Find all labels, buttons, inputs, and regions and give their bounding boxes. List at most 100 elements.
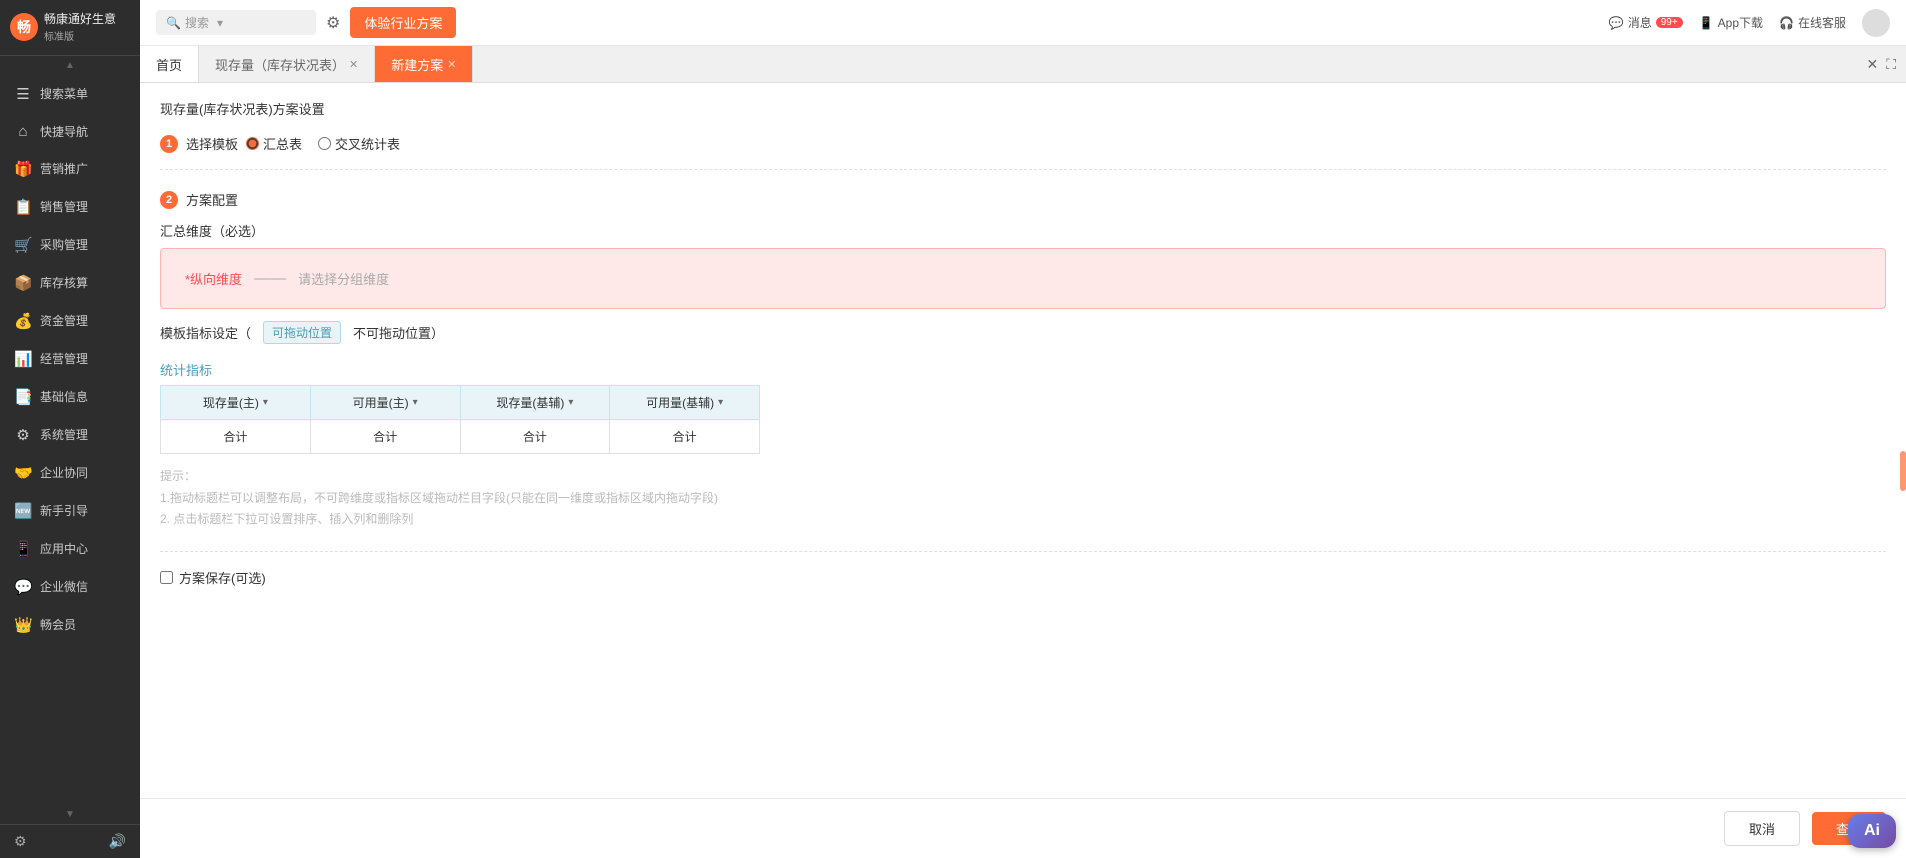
tab-close-panel-btn[interactable]: ✕ [1866, 56, 1878, 73]
template-settings-label: 模板指标设定（ [160, 323, 251, 342]
tab-new-plan[interactable]: 新建方案 ✕ [375, 46, 473, 82]
ai-float-button[interactable]: Ai [1848, 814, 1896, 848]
section2-title: 方案配置 [186, 190, 238, 209]
col2-chevron-icon[interactable]: ▾ [413, 397, 418, 408]
basic-info-icon: 📑 [14, 388, 32, 406]
message-icon: 💬 [1609, 16, 1624, 30]
tab-new-plan-label: 新建方案 [391, 55, 443, 74]
page-title: 现存量(库存状况表)方案设置 [160, 99, 1886, 118]
tip1: 1.拖动标题栏可以调整布局，不可跨维度或指标区域拖动栏目字段(只能在同一维度或指… [160, 488, 1886, 510]
tab-new-plan-close-icon[interactable]: ✕ [447, 58, 456, 71]
newbie-icon: 🆕 [14, 502, 32, 520]
tag-draggable: 可拖动位置 [263, 321, 341, 344]
dimension-required: *纵向维度 [185, 269, 242, 288]
radio-summary-input[interactable] [246, 137, 259, 150]
radio-summary[interactable]: 汇总表 [246, 134, 302, 153]
sidebar-item-marketing[interactable]: 🎁 营销推广 [0, 150, 140, 188]
sidebar-item-system[interactable]: ⚙ 系统管理 [0, 416, 140, 454]
radio-cross[interactable]: 交叉统计表 [318, 134, 400, 153]
tab-expand-btn[interactable]: ⛶ [1886, 56, 1896, 73]
app-version: 标准版 [44, 28, 116, 43]
section-plan-config: 2 方案配置 汇总维度（必选） *纵向维度 —— 请选择分组维度 模板指标设定（… [160, 190, 1886, 531]
dimension-label: 汇总维度（必选） [160, 221, 1886, 240]
cancel-button[interactable]: 取消 [1724, 811, 1800, 846]
not-draggable-label: 不可拖动位置） [353, 323, 444, 342]
save-checkbox[interactable] [160, 571, 173, 584]
sidebar-item-wechat[interactable]: 💬 企业微信 [0, 568, 140, 606]
sidebar-item-app-center[interactable]: 📱 应用中心 [0, 530, 140, 568]
resize-handle[interactable] [1900, 451, 1906, 491]
sidebar-item-inventory[interactable]: 📦 库存核算 [0, 264, 140, 302]
tips-label: 提示： [160, 469, 196, 483]
radio-cross-input[interactable] [318, 137, 331, 150]
message-badge: 99+ [1656, 17, 1683, 28]
sidebar-item-quick-nav[interactable]: ⌂ 快捷导航 [0, 113, 140, 150]
sidebar-item-basic-info[interactable]: 📑 基础信息 [0, 378, 140, 416]
online-service-btn[interactable]: 🎧 在线客服 [1779, 14, 1846, 31]
sidebar-label-marketing: 营销推广 [40, 160, 88, 177]
col3-chevron-icon[interactable]: ▾ [568, 397, 573, 408]
sidebar-label-app-center: 应用中心 [40, 540, 88, 557]
headset-icon: 🎧 [1779, 16, 1794, 30]
message-label: 消息 [1628, 14, 1652, 31]
sidebar-item-finance[interactable]: 💰 资金管理 [0, 302, 140, 340]
sidebar-item-member[interactable]: 👑 畅会员 [0, 606, 140, 644]
industry-btn[interactable]: 体验行业方案 [350, 7, 456, 38]
tab-inventory-status[interactable]: 现存量（库存状况表） ✕ [199, 46, 375, 82]
chevron-down-icon: ▾ [217, 16, 223, 30]
sales-icon: 📋 [14, 198, 32, 216]
save-option: 方案保存(可选) [160, 568, 1886, 587]
header-actions: 💬 消息 99+ 📱 App下载 🎧 在线客服 [1609, 9, 1890, 37]
app-name: 畅康通好生意 [44, 12, 116, 28]
sidebar-item-management[interactable]: 📊 经营管理 [0, 340, 140, 378]
message-btn[interactable]: 💬 消息 99+ [1609, 14, 1683, 31]
sidebar-label-basic-info: 基础信息 [40, 388, 88, 405]
speaker-icon[interactable]: 🔊 [109, 833, 126, 850]
col4-chevron-icon[interactable]: ▾ [718, 397, 723, 408]
stats-header: 统计指标 [160, 360, 1886, 379]
sidebar-label-finance: 资金管理 [40, 312, 88, 329]
tips-box: 提示： 1.拖动标题栏可以调整布局，不可跨维度或指标区域拖动栏目字段(只能在同一… [160, 466, 1886, 531]
col1-summary: 合计 [161, 420, 311, 454]
col-header-4[interactable]: 可用量(基辅) ▾ [610, 386, 760, 420]
sidebar-item-purchase[interactable]: 🛒 采购管理 [0, 226, 140, 264]
system-icon: ⚙ [14, 426, 32, 444]
app-logo-icon: 畅 [10, 13, 38, 41]
col-header-2[interactable]: 可用量(主) ▾ [310, 386, 460, 420]
col2-label: 可用量(主) [353, 394, 409, 411]
app-center-icon: 📱 [14, 540, 32, 558]
content-area: 现存量(库存状况表)方案设置 1 选择模板 汇总表 交叉统计表 [140, 83, 1906, 798]
search-menu-icon: ☰ [14, 85, 32, 103]
finance-icon: 💰 [14, 312, 32, 330]
settings-icon[interactable]: ⚙ [14, 833, 27, 850]
tip2: 2. 点击标题栏下拉可设置排序、插入列和删除列 [160, 509, 1886, 531]
bottom-bar: 取消 查询 [140, 798, 1906, 858]
search-menu-bar[interactable]: 🔍 搜索 ▾ [156, 10, 316, 35]
section2-header: 2 方案配置 [160, 190, 1886, 209]
col4-summary: 合计 [610, 420, 760, 454]
section1-divider [160, 169, 1886, 170]
dimension-box[interactable]: *纵向维度 —— 请选择分组维度 [160, 248, 1886, 309]
sidebar-nav: ☰ 搜索菜单 ⌂ 快捷导航 🎁 营销推广 📋 销售管理 🛒 采购管理 📦 库存核… [0, 75, 140, 805]
gear-button[interactable]: ⚙ [326, 13, 340, 33]
tab-inventory-close-icon[interactable]: ✕ [349, 58, 358, 71]
sidebar-item-sales[interactable]: 📋 销售管理 [0, 188, 140, 226]
sidebar-scroll-down[interactable]: ▼ [0, 805, 140, 824]
sidebar-label-system: 系统管理 [40, 426, 88, 443]
col-header-1[interactable]: 现存量(主) ▾ [161, 386, 311, 420]
sidebar-item-enterprise[interactable]: 🤝 企业协同 [0, 454, 140, 492]
app-download-btn[interactable]: 📱 App下载 [1699, 14, 1763, 31]
col-header-3[interactable]: 现存量(基辅) ▾ [460, 386, 610, 420]
sidebar-item-search-menu[interactable]: ☰ 搜索菜单 [0, 75, 140, 113]
avatar[interactable] [1862, 9, 1890, 37]
col3-label: 现存量(基辅) [496, 394, 564, 411]
tab-home[interactable]: 首页 [140, 46, 199, 82]
sidebar-label-newbie: 新手引导 [40, 502, 88, 519]
radio-summary-label: 汇总表 [263, 134, 302, 153]
sidebar-label-quick-nav: 快捷导航 [40, 123, 88, 140]
sidebar-item-newbie[interactable]: 🆕 新手引导 [0, 492, 140, 530]
sidebar-scroll-up[interactable]: ▲ [0, 56, 140, 75]
col1-chevron-icon[interactable]: ▾ [263, 397, 268, 408]
section2-number: 2 [160, 191, 178, 209]
stats-table: 现存量(主) ▾ 可用量(主) ▾ [160, 385, 760, 454]
